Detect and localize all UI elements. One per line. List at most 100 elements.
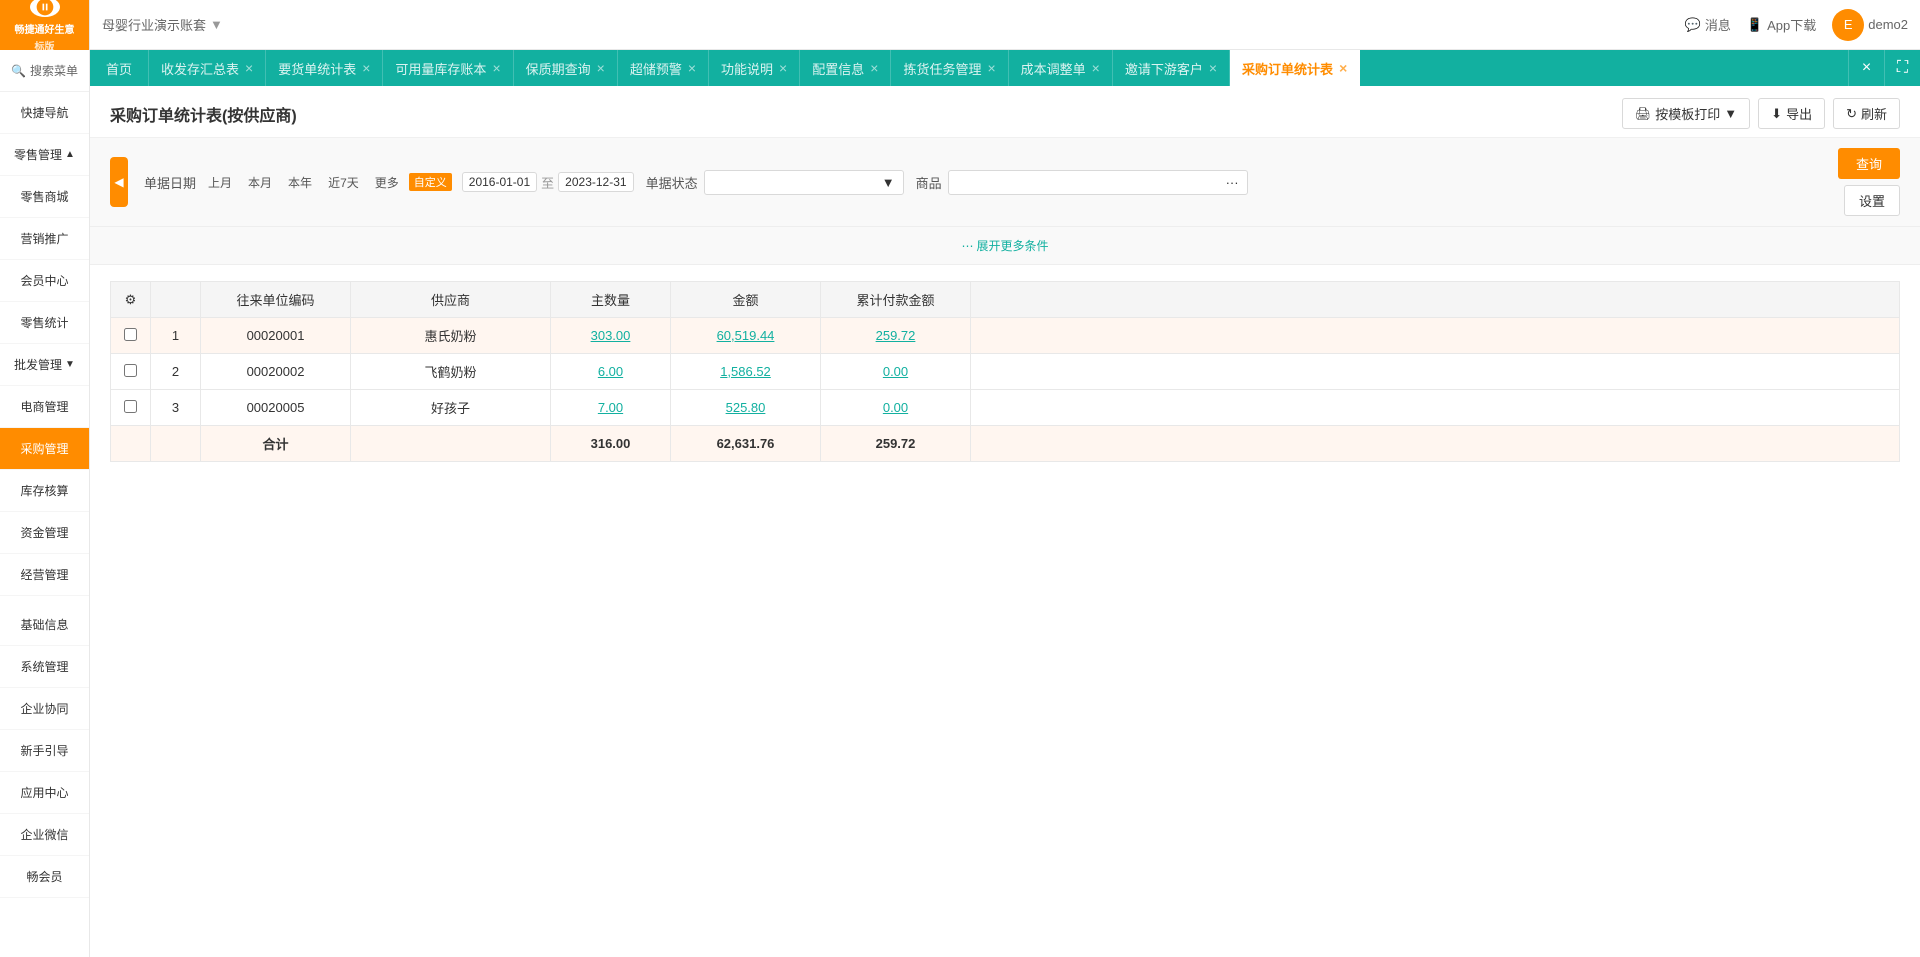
- sidebar-item-ecommerce-mgmt[interactable]: 电商管理: [0, 386, 89, 428]
- tab-expiry-query[interactable]: 保质期查询 ×: [514, 50, 618, 86]
- sidebar-item-wholesale-mgmt[interactable]: 批发管理 ▼: [0, 344, 89, 386]
- sidebar-item-member-center[interactable]: 会员中心: [0, 260, 89, 302]
- member-center-label: 会员中心: [20, 272, 68, 289]
- dropdown-icon[interactable]: ▼: [210, 17, 223, 32]
- template-print-button[interactable]: 🖨 按模板打印 ▼: [1622, 98, 1750, 129]
- sidebar-item-purchase-mgmt[interactable]: 采购管理: [0, 428, 89, 470]
- close-tab-cost-adjust[interactable]: ×: [1092, 61, 1100, 75]
- close-all-tabs-button[interactable]: ×: [1848, 50, 1884, 86]
- row-amount[interactable]: 60,519.44: [671, 318, 821, 354]
- close-tab-available-stock[interactable]: ×: [492, 61, 500, 75]
- goods-select[interactable]: ···: [948, 170, 1248, 195]
- sidebar-item-member[interactable]: 畅会员: [0, 856, 89, 898]
- row-select-checkbox[interactable]: [124, 400, 137, 413]
- refresh-button[interactable]: ↻ 刷新: [1833, 98, 1900, 129]
- tab-cost-adjust[interactable]: 成本调整单 ×: [1009, 50, 1113, 86]
- tab-order-summary[interactable]: 要货单统计表 ×: [266, 50, 383, 86]
- data-table: ⚙ 往来单位编码 供应商 主数量 金额 累计付款金额: [110, 281, 1900, 462]
- shortcut-more[interactable]: 更多: [369, 172, 405, 193]
- close-tab-function-desc[interactable]: ×: [779, 61, 787, 75]
- close-tab-pick-task[interactable]: ×: [987, 61, 995, 75]
- close-tab-receive-summary[interactable]: ×: [245, 61, 253, 75]
- row-paid[interactable]: 259.72: [821, 318, 971, 354]
- date-from[interactable]: 2016-01-01: [462, 172, 537, 192]
- sidebar-item-stock-check[interactable]: 库存核算: [0, 470, 89, 512]
- sidebar-item-enterprise-wechat[interactable]: 企业微信: [0, 814, 89, 856]
- sidebar-item-retail-stats[interactable]: 零售统计: [0, 302, 89, 344]
- settings-button[interactable]: 设置: [1844, 185, 1900, 216]
- tab-config-info[interactable]: 配置信息 ×: [800, 50, 891, 86]
- sidebar-item-system-mgmt[interactable]: 系统管理: [0, 646, 89, 688]
- date-to[interactable]: 2023-12-31: [558, 172, 633, 192]
- close-tab-config-info[interactable]: ×: [870, 61, 878, 75]
- status-select[interactable]: ▼: [704, 170, 904, 195]
- row-checkbox[interactable]: [111, 390, 151, 426]
- table-row: 3 00020005 好孩子 7.00 525.80 0.00: [111, 390, 1900, 426]
- quick-nav-label: 快捷导航: [20, 104, 68, 121]
- refresh-icon: ↻: [1846, 106, 1857, 122]
- sidebar-item-new-guide[interactable]: 新手引导: [0, 730, 89, 772]
- sidebar-item-basic-info[interactable]: 基础信息: [0, 604, 89, 646]
- tab-invite-customer[interactable]: 邀请下游客户 ×: [1113, 50, 1230, 86]
- row-qty[interactable]: 7.00: [551, 390, 671, 426]
- shortcut-this-month[interactable]: 本月: [242, 172, 278, 193]
- row-amount[interactable]: 1,586.52: [671, 354, 821, 390]
- user-profile[interactable]: E demo2: [1832, 9, 1908, 41]
- avatar-initials: E: [1844, 17, 1853, 32]
- tab-function-desc[interactable]: 功能说明 ×: [709, 50, 800, 86]
- tab-pick-task[interactable]: 拣货任务管理 ×: [891, 50, 1008, 86]
- expand-more-button[interactable]: ⋯ 展开更多条件: [961, 231, 1048, 260]
- maximize-button[interactable]: ⛶: [1884, 50, 1920, 86]
- close-tab-expiry-query[interactable]: ×: [597, 61, 605, 75]
- tab-expiry-query-label: 保质期查询: [526, 59, 591, 78]
- search-menu-button[interactable]: 🔍 搜索菜单: [6, 58, 83, 83]
- settings-gear-icon[interactable]: ⚙: [125, 292, 137, 307]
- search-menu-section[interactable]: 🔍 搜索菜单: [0, 50, 89, 92]
- sidebar-item-finance-mgmt[interactable]: 资金管理: [0, 512, 89, 554]
- query-button[interactable]: 查询: [1838, 148, 1900, 179]
- row-qty[interactable]: 303.00: [551, 318, 671, 354]
- close-tab-purchase-summary[interactable]: ×: [1339, 61, 1347, 75]
- tab-purchase-summary[interactable]: 采购订单统计表 ×: [1230, 50, 1360, 86]
- table-row: 1 00020001 惠氏奶粉 303.00 60,519.44 259.72: [111, 318, 1900, 354]
- tab-overstock-alert[interactable]: 超储预警 ×: [618, 50, 709, 86]
- close-tab-overstock-alert[interactable]: ×: [688, 61, 696, 75]
- col-header-code: 往来单位编码: [201, 282, 351, 318]
- row-amount[interactable]: 525.80: [671, 390, 821, 426]
- row-checkbox[interactable]: [111, 354, 151, 390]
- close-all-icon: ×: [1862, 59, 1871, 77]
- close-tab-invite-customer[interactable]: ×: [1209, 61, 1217, 75]
- filter-collapse-button[interactable]: ◀: [110, 157, 128, 207]
- footer-amount: 62,631.76: [671, 426, 821, 462]
- tab-available-stock[interactable]: 可用量库存账本 ×: [383, 50, 513, 86]
- sidebar-item-retail-mgmt[interactable]: 零售管理 ▲: [0, 134, 89, 176]
- sidebar-item-enterprise-collab[interactable]: 企业协同: [0, 688, 89, 730]
- row-select-checkbox[interactable]: [124, 328, 137, 341]
- shortcut-this-year[interactable]: 本年: [282, 172, 318, 193]
- footer-label: 合计: [201, 426, 351, 462]
- shortcut-last-month[interactable]: 上月: [202, 172, 238, 193]
- col-header-settings[interactable]: ⚙: [111, 282, 151, 318]
- app-download-button[interactable]: 📱 App下载: [1747, 15, 1816, 34]
- tab-receive-summary[interactable]: 收发存汇总表 ×: [149, 50, 266, 86]
- app-center-label: 应用中心: [20, 784, 68, 801]
- row-paid[interactable]: 0.00: [821, 354, 971, 390]
- export-button[interactable]: ⬇ 导出: [1758, 98, 1825, 129]
- sidebar-item-retail-mall[interactable]: 零售商城: [0, 176, 89, 218]
- shortcut-7days[interactable]: 近7天: [322, 172, 365, 193]
- row-select-checkbox[interactable]: [124, 364, 137, 377]
- sidebar-item-app-center[interactable]: 应用中心: [0, 772, 89, 814]
- close-tab-order-summary[interactable]: ×: [362, 61, 370, 75]
- row-checkbox[interactable]: [111, 318, 151, 354]
- col-header-qty: 主数量: [551, 282, 671, 318]
- sidebar-item-ops-mgmt[interactable]: 经营管理: [0, 554, 89, 596]
- sidebar-item-marketing[interactable]: 营销推广: [0, 218, 89, 260]
- row-qty[interactable]: 6.00: [551, 354, 671, 390]
- tab-home[interactable]: 首页: [90, 50, 149, 86]
- row-paid[interactable]: 0.00: [821, 390, 971, 426]
- date-filter-label: 单据日期: [144, 173, 196, 192]
- message-button[interactable]: 💬 消息: [1685, 15, 1731, 34]
- expand-label: 展开更多条件: [976, 237, 1048, 254]
- row-supplier: 惠氏奶粉: [351, 318, 551, 354]
- sidebar-item-quick-nav[interactable]: 快捷导航: [0, 92, 89, 134]
